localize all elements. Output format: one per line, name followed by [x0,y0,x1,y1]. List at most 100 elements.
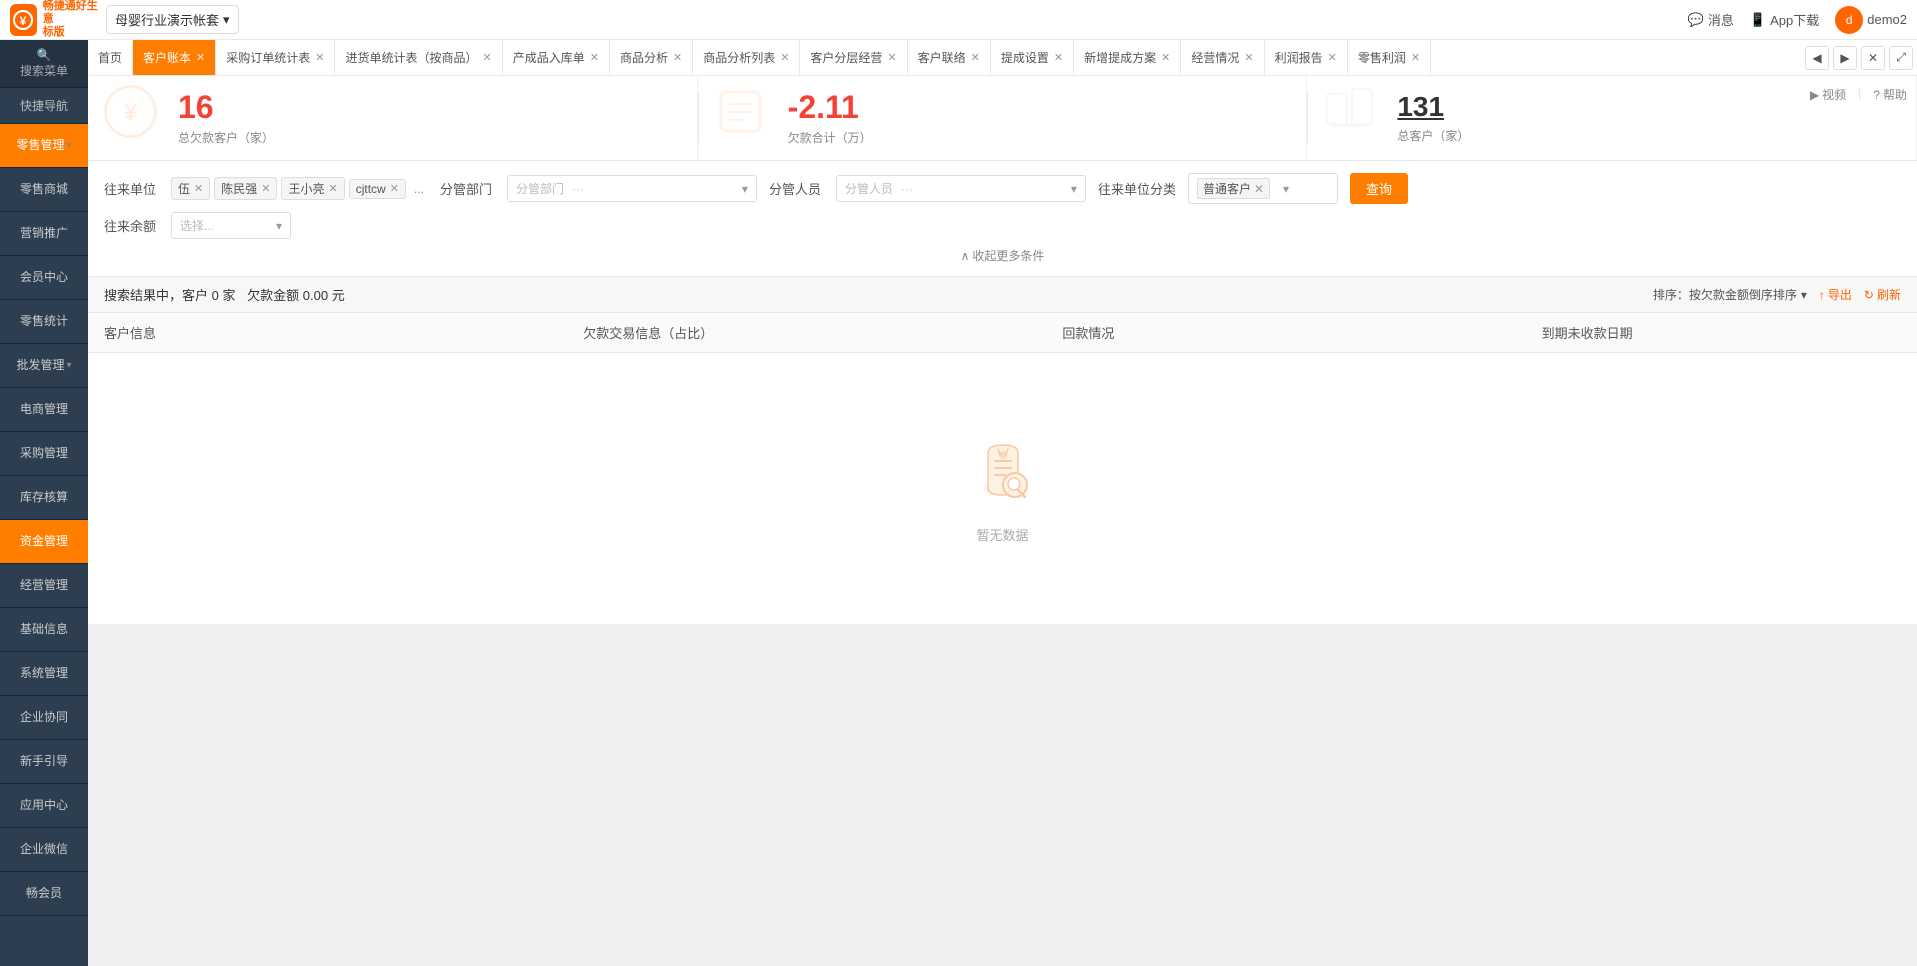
tab-close-icon[interactable]: ✕ [196,51,205,64]
tab-close-icon[interactable]: ✕ [1054,51,1063,64]
query-button[interactable]: 查询 [1350,173,1408,204]
sidebar-item-retail-management[interactable]: 零售管理 ▾ [0,124,88,168]
sidebar-item-inventory[interactable]: 库存核算 [0,476,88,520]
filter-row-1: 往来单位 伍 ✕ 陈民强 ✕ 王小亮 ✕ cjttcw ✕ ... [104,173,1901,204]
tab-purchase-order-stats[interactable]: 采购订单统计表 ✕ [216,40,335,75]
export-button[interactable]: ↑ 导出 [1819,286,1852,303]
tab-add-commission[interactable]: 新增提成方案 ✕ [1074,40,1181,75]
unit-type-select[interactable]: 普通客户 ✕ ▾ [1188,173,1338,204]
tag-close-icon[interactable]: ✕ [194,182,203,195]
logo-icon: ¥ [10,4,37,36]
chevron-down-icon: ▾ [223,12,230,28]
sidebar-item-enterprise[interactable]: 企业协同 [0,696,88,740]
sidebar-item-marketing[interactable]: 营销推广 [0,212,88,256]
app-download-button[interactable]: 📱 App下载 [1750,10,1819,29]
logo-area: ¥ 畅捷通好生意 标版 [10,0,98,39]
tab-commission-settings[interactable]: 提成设置 ✕ [991,40,1074,75]
dept-select[interactable]: 分管部门 ··· ▾ [507,175,757,202]
unit-tag-cjttcw[interactable]: cjttcw ✕ [349,179,406,199]
message-icon: 💬 [1688,12,1704,28]
sidebar-item-basic-info[interactable]: 基础信息 [0,608,88,652]
col-header-date: 到期未收款日期 [1542,323,1901,342]
tab-profit-report[interactable]: 利润报告 ✕ [1265,40,1348,75]
sidebar-item-finance[interactable]: 资金管理 [0,520,88,564]
unit-tag-chen[interactable]: 陈民强 ✕ [214,177,277,200]
tab-customer-contact[interactable]: 客户联络 ✕ [908,40,991,75]
unit-type-label: 往来单位分类 [1098,179,1176,198]
unit-type-selected-tag[interactable]: 普通客户 ✕ [1197,178,1270,199]
sidebar-search[interactable]: 🔍 搜索菜单 [0,40,88,88]
tab-expand[interactable]: ⤢ [1889,46,1913,70]
message-button[interactable]: 💬 消息 [1688,10,1734,29]
unit-filter-label: 往来单位 [104,179,159,198]
help-icon: ? [1873,88,1880,102]
tag-close-icon[interactable]: ✕ [390,182,399,195]
refresh-button[interactable]: ↻ 刷新 [1864,286,1901,303]
tab-scroll-right[interactable]: ▶ [1833,46,1857,70]
tab-close-icon[interactable]: ✕ [1328,51,1337,64]
tab-close-icon[interactable]: ✕ [673,51,682,64]
person-select[interactable]: 分管人员 ··· ▾ [836,175,1086,202]
tab-close-icon[interactable]: ✕ [971,51,980,64]
sort-selector[interactable]: 排序：按欠款金额倒序排序 ▾ [1653,286,1807,303]
tab-home[interactable]: 首页 [88,40,133,75]
tag-close-icon[interactable]: ✕ [1254,182,1264,196]
balance-select[interactable]: 选择... ▾ [171,212,291,239]
system-selector[interactable]: 母婴行业演示帐套 ▾ [106,5,239,34]
tag-close-icon[interactable]: ✕ [328,182,337,195]
tag-close-icon[interactable]: ✕ [261,182,270,195]
tab-controls: ◀ ▶ ✕ ⤢ [1805,46,1917,70]
sidebar-item-guide[interactable]: 新手引导 [0,740,88,784]
unit-tag-wang[interactable]: 王小亮 ✕ [281,177,344,200]
stat-total-debt: -2.11 欠款合计（万） [698,76,1308,160]
tab-customer-tier[interactable]: 客户分层经营 ✕ [800,40,907,75]
unit-tag-more[interactable]: ... [410,180,428,198]
tab-close-icon[interactable]: ✕ [1411,51,1420,64]
tab-close-icon[interactable]: ✕ [1244,51,1253,64]
tab-close-icon[interactable]: ✕ [483,51,492,64]
tab-retail-profit[interactable]: 零售利润 ✕ [1348,40,1431,75]
sidebar-item-wholesale[interactable]: 批发管理 ▾ [0,344,88,388]
tab-close-icon[interactable]: ✕ [1161,51,1170,64]
tab-close-icon[interactable]: ✕ [780,51,789,64]
chevron-down-icon: ▾ [1801,288,1807,302]
person-filter-label: 分管人员 [769,179,824,198]
filter-row-2: 往来余额 选择... ▾ [104,212,1901,239]
tab-product-analysis-list[interactable]: 商品分析列表 ✕ [693,40,800,75]
sidebar-item-system[interactable]: 系统管理 [0,652,88,696]
empty-state: 暂无数据 [88,353,1917,624]
header-right: 💬 消息 📱 App下载 d demo2 [1688,6,1907,34]
empty-text: 暂无数据 [976,525,1028,544]
user-avatar-button[interactable]: d demo2 [1835,6,1907,34]
tab-scroll-left[interactable]: ◀ [1805,46,1829,70]
stat-number-customers: 16 [178,91,274,123]
sidebar-item-purchase[interactable]: 采购管理 [0,432,88,476]
logo-text-1: 畅捷通好生意 [43,0,98,26]
tab-close-icon[interactable]: ✕ [887,51,896,64]
tab-product-analysis[interactable]: 商品分析 ✕ [610,40,693,75]
sidebar-item-retail-stats[interactable]: 零售统计 [0,300,88,344]
tab-finished-goods[interactable]: 产成品入库单 ✕ [503,40,610,75]
tab-close-icon[interactable]: ✕ [315,51,324,64]
tab-customer-ledger[interactable]: 客户账本 ✕ [133,40,216,75]
table-header: 客户信息 欠款交易信息（占比） 回款情况 到期未收款日期 [88,313,1917,353]
tab-operations[interactable]: 经营情况 ✕ [1181,40,1264,75]
unit-tag-wu[interactable]: 伍 ✕ [171,177,210,200]
tab-close-all[interactable]: ✕ [1861,46,1885,70]
filter-area: 往来单位 伍 ✕ 陈民强 ✕ 王小亮 ✕ cjttcw ✕ ... [88,161,1917,277]
sidebar-item-member-center[interactable]: 会员中心 [0,256,88,300]
sidebar-item-wechat[interactable]: 企业微信 [0,828,88,872]
sidebar-item-app-center[interactable]: 应用中心 [0,784,88,828]
sidebar-item-member[interactable]: 畅会员 [0,872,88,916]
tab-purchase-stats-product[interactable]: 进货单统计表（按商品） ✕ [335,40,502,75]
collapse-button[interactable]: ∧ 收起更多条件 [104,247,1901,264]
tab-close-icon[interactable]: ✕ [590,51,599,64]
sidebar-item-ecommerce[interactable]: 电商管理 [0,388,88,432]
help-button[interactable]: ? 帮助 [1873,86,1907,103]
sidebar-item-operations[interactable]: 经营管理 [0,564,88,608]
data-table: 客户信息 欠款交易信息（占比） 回款情况 到期未收款日期 [88,313,1917,624]
result-bar: 搜索结果中，客户 0 家 欠款金额 0.00 元 排序：按欠款金额倒序排序 ▾ … [88,277,1917,313]
sidebar-quick-nav[interactable]: 快捷导航 [0,88,88,124]
sidebar-item-retail-mall[interactable]: 零售商城 [0,168,88,212]
video-button[interactable]: ▶ 视频 [1810,86,1846,103]
